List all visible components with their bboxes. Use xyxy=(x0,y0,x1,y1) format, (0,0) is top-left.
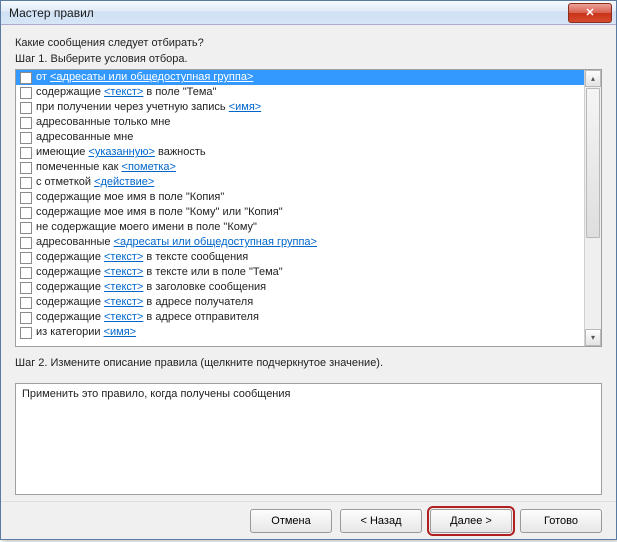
condition-row[interactable]: содержащие <текст> в тексте или в поле "… xyxy=(16,265,584,280)
condition-label: при получении через учетную запись <имя> xyxy=(36,100,261,115)
condition-row[interactable]: содержащие <текст> в адресе отправителя xyxy=(16,310,584,325)
condition-label: содержащие мое имя в поле "Копия" xyxy=(36,190,224,205)
condition-checkbox[interactable] xyxy=(20,147,32,159)
condition-link[interactable]: <пометка> xyxy=(122,161,176,173)
condition-checkbox[interactable] xyxy=(20,327,32,339)
condition-row[interactable]: адресованные <адресаты или общедоступная… xyxy=(16,235,584,250)
scrollbar[interactable]: ▴ ▾ xyxy=(584,70,601,346)
condition-row[interactable]: содержащие <текст> в тексте сообщения xyxy=(16,250,584,265)
finish-button[interactable]: Готово xyxy=(520,509,602,533)
chevron-up-icon: ▴ xyxy=(591,74,595,83)
condition-label: не содержащие моего имени в поле "Кому" xyxy=(36,220,257,235)
condition-link[interactable]: <адресаты или общедоступная группа> xyxy=(114,236,317,248)
condition-checkbox[interactable] xyxy=(20,132,32,144)
condition-label: имеющие <указанную> важность xyxy=(36,145,206,160)
condition-checkbox[interactable] xyxy=(20,87,32,99)
condition-row[interactable]: содержащие <текст> в поле "Тема" xyxy=(16,85,584,100)
condition-label: от <адресаты или общедоступная группа> xyxy=(36,70,253,85)
condition-row[interactable]: адресованные мне xyxy=(16,130,584,145)
condition-link[interactable]: <текст> xyxy=(104,251,143,263)
scroll-up-button[interactable]: ▴ xyxy=(585,70,601,87)
condition-checkbox[interactable] xyxy=(20,192,32,204)
scroll-thumb[interactable] xyxy=(586,88,600,238)
condition-row[interactable]: имеющие <указанную> важность xyxy=(16,145,584,160)
condition-label: содержащие мое имя в поле "Кому" или "Ко… xyxy=(36,205,283,220)
condition-label: адресованные <адресаты или общедоступная… xyxy=(36,235,317,250)
condition-label: помеченные как <пометка> xyxy=(36,160,176,175)
condition-link[interactable]: <указанную> xyxy=(88,146,154,158)
chevron-down-icon: ▾ xyxy=(591,333,595,342)
condition-label: содержащие <текст> в поле "Тема" xyxy=(36,85,216,100)
condition-link[interactable]: <адресаты или общедоступная группа> xyxy=(50,71,253,83)
close-button[interactable]: ✕ xyxy=(568,3,612,23)
condition-row[interactable]: с отметкой <действие> xyxy=(16,175,584,190)
condition-label: адресованные мне xyxy=(36,130,133,145)
condition-row[interactable]: содержащие мое имя в поле "Копия" xyxy=(16,190,584,205)
titlebar: Мастер правил ✕ xyxy=(1,1,616,25)
condition-row[interactable]: содержащие мое имя в поле "Кому" или "Ко… xyxy=(16,205,584,220)
condition-link[interactable]: <имя> xyxy=(104,326,137,338)
rule-description-box[interactable]: Применить это правило, когда получены со… xyxy=(15,383,602,495)
scroll-down-button[interactable]: ▾ xyxy=(585,329,601,346)
condition-label: содержащие <текст> в тексте или в поле "… xyxy=(36,265,283,280)
condition-checkbox[interactable] xyxy=(20,222,32,234)
condition-label: из категории <имя> xyxy=(36,325,136,340)
condition-label: содержащие <текст> в тексте сообщения xyxy=(36,250,248,265)
condition-link[interactable]: <имя> xyxy=(229,101,262,113)
condition-label: содержащие <текст> в адресе получателя xyxy=(36,295,253,310)
condition-row[interactable]: при получении через учетную запись <имя> xyxy=(16,100,584,115)
rule-description-text: Применить это правило, когда получены со… xyxy=(22,388,291,400)
condition-checkbox[interactable] xyxy=(20,267,32,279)
condition-checkbox[interactable] xyxy=(20,237,32,249)
cancel-button[interactable]: Отмена xyxy=(250,509,332,533)
condition-row[interactable]: содержащие <текст> в заголовке сообщения xyxy=(16,280,584,295)
condition-link[interactable]: <текст> xyxy=(104,266,143,278)
condition-checkbox[interactable] xyxy=(20,162,32,174)
condition-link[interactable]: <текст> xyxy=(104,311,143,323)
back-button[interactable]: < Назад xyxy=(340,509,422,533)
condition-label: с отметкой <действие> xyxy=(36,175,154,190)
rules-wizard-dialog: Мастер правил ✕ Какие сообщения следует … xyxy=(0,0,617,540)
condition-checkbox[interactable] xyxy=(20,117,32,129)
next-button[interactable]: Далее > xyxy=(430,509,512,533)
condition-row[interactable]: помеченные как <пометка> xyxy=(16,160,584,175)
condition-link[interactable]: <текст> xyxy=(104,296,143,308)
condition-label: содержащие <текст> в адресе отправителя xyxy=(36,310,259,325)
condition-row[interactable]: содержащие <текст> в адресе получателя xyxy=(16,295,584,310)
condition-checkbox[interactable] xyxy=(20,312,32,324)
condition-label: содержащие <текст> в заголовке сообщения xyxy=(36,280,266,295)
condition-checkbox[interactable] xyxy=(20,297,32,309)
condition-checkbox[interactable] xyxy=(20,72,32,84)
dialog-body: Какие сообщения следует отбирать? Шаг 1.… xyxy=(1,25,616,501)
prompt-text: Какие сообщения следует отбирать? xyxy=(15,37,602,49)
condition-checkbox[interactable] xyxy=(20,102,32,114)
step1-label: Шаг 1. Выберите условия отбора. xyxy=(15,53,602,65)
condition-row[interactable]: из категории <имя> xyxy=(16,325,584,340)
condition-checkbox[interactable] xyxy=(20,252,32,264)
step2-label: Шаг 2. Измените описание правила (щелкни… xyxy=(15,357,602,369)
close-icon: ✕ xyxy=(585,6,594,19)
condition-row[interactable]: от <адресаты или общедоступная группа> xyxy=(16,70,584,85)
dialog-title: Мастер правил xyxy=(9,6,94,20)
condition-row[interactable]: адресованные только мне xyxy=(16,115,584,130)
conditions-listbox: от <адресаты или общедоступная группа>со… xyxy=(15,69,602,347)
condition-link[interactable]: <текст> xyxy=(104,86,143,98)
condition-checkbox[interactable] xyxy=(20,177,32,189)
condition-row[interactable]: не содержащие моего имени в поле "Кому" xyxy=(16,220,584,235)
condition-link[interactable]: <действие> xyxy=(94,176,154,188)
conditions-list[interactable]: от <адресаты или общедоступная группа>со… xyxy=(16,70,584,346)
condition-link[interactable]: <текст> xyxy=(104,281,143,293)
button-bar: Отмена < Назад Далее > Готово xyxy=(1,501,616,539)
condition-checkbox[interactable] xyxy=(20,282,32,294)
condition-label: адресованные только мне xyxy=(36,115,170,130)
condition-checkbox[interactable] xyxy=(20,207,32,219)
